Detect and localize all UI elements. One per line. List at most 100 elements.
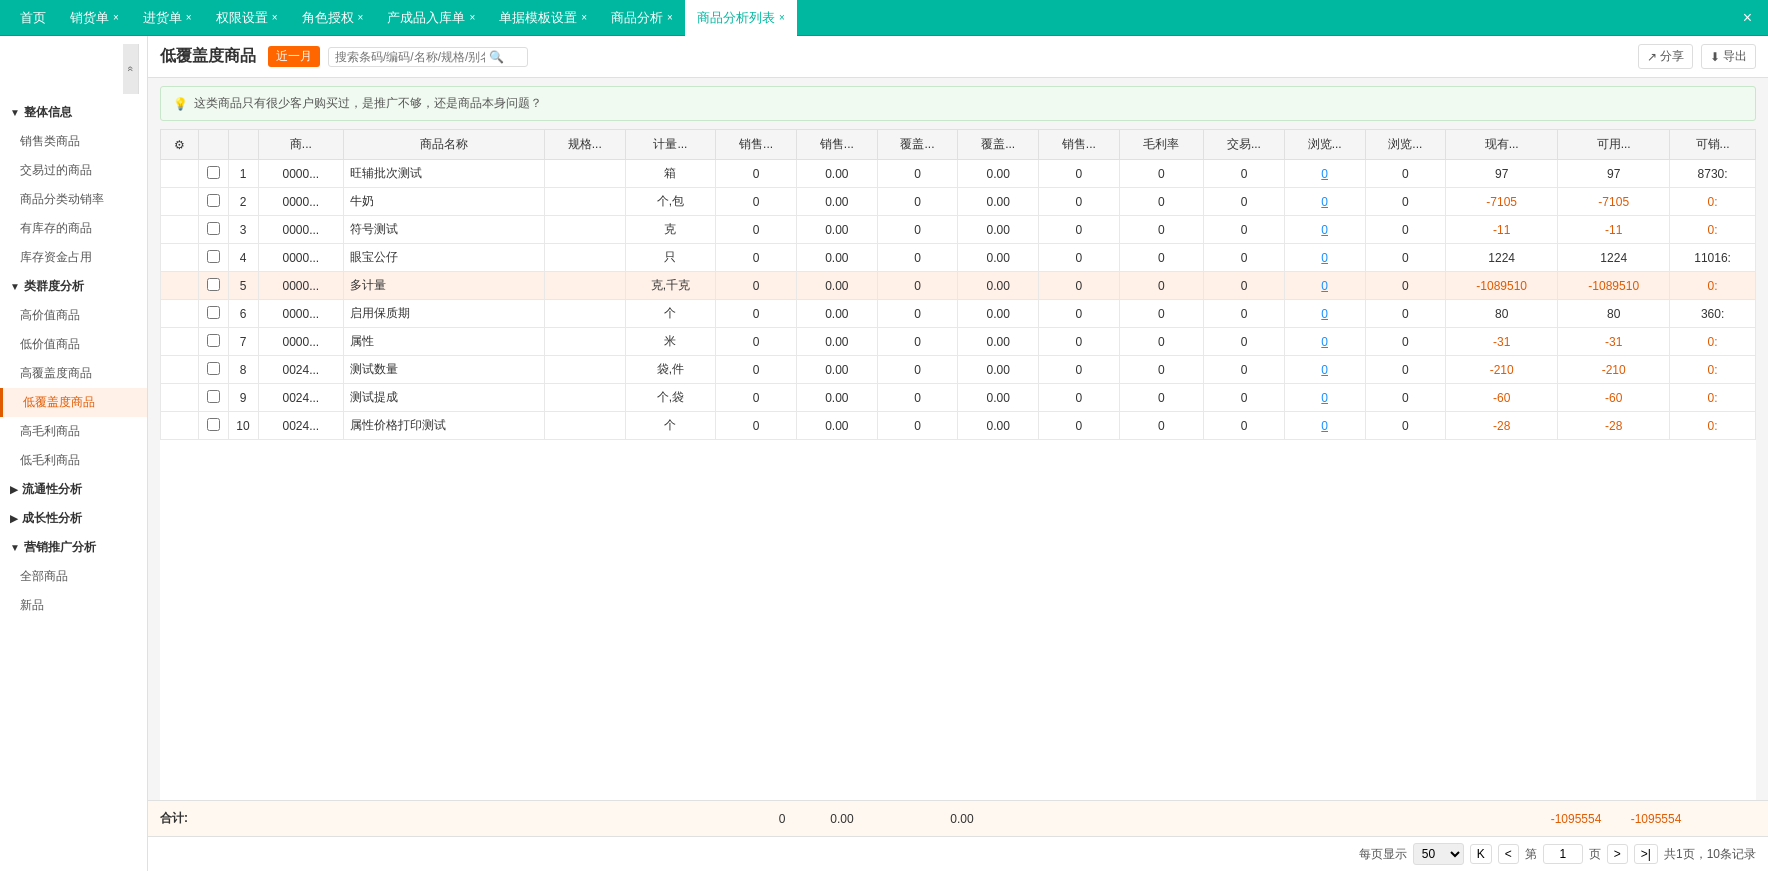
table-cell-checkbox[interactable] <box>198 300 228 328</box>
table-cell-browse1[interactable]: 0 <box>1284 384 1365 412</box>
table-cell-browse1[interactable]: 0 <box>1284 244 1365 272</box>
table-cell-available: 1224 <box>1558 244 1670 272</box>
current-page-input[interactable] <box>1543 844 1583 864</box>
col-sales-rate[interactable]: 销售... <box>1039 130 1120 160</box>
table-cell-checkbox[interactable] <box>198 216 228 244</box>
sidebar-section-marketing[interactable]: ▼ 营销推广分析 <box>0 533 147 562</box>
row-checkbox[interactable] <box>207 362 220 375</box>
table-cell-browse1[interactable]: 0 <box>1284 216 1365 244</box>
col-spec[interactable]: 规格... <box>544 130 625 160</box>
sidebar-item-traded-goods[interactable]: 交易过的商品 <box>0 156 147 185</box>
col-sales-amt[interactable]: 销售... <box>796 130 877 160</box>
nav-permission[interactable]: 权限设置 × <box>204 0 290 36</box>
col-cov1[interactable]: 覆盖... <box>877 130 958 160</box>
table-cell-cov1: 0 <box>877 356 958 384</box>
sidebar-item-high-profit[interactable]: 高毛利商品 <box>0 417 147 446</box>
sidebar-item-low-profit[interactable]: 低毛利商品 <box>0 446 147 475</box>
search-icon[interactable]: 🔍 <box>489 50 504 64</box>
table-cell-checkbox[interactable] <box>198 160 228 188</box>
sidebar-item-low-value[interactable]: 低价值商品 <box>0 330 147 359</box>
table-cell-checkbox[interactable] <box>198 244 228 272</box>
col-browse1[interactable]: 浏览... <box>1284 130 1365 160</box>
col-code[interactable]: 商... <box>258 130 344 160</box>
summary-sales-qty: 0 <box>752 812 812 826</box>
sidebar-item-stocked-goods[interactable]: 有库存的商品 <box>0 214 147 243</box>
table-cell-checkbox[interactable] <box>198 272 228 300</box>
last-page-btn[interactable]: >| <box>1634 844 1658 864</box>
sidebar-section-growth[interactable]: ▶ 成长性分析 <box>0 504 147 533</box>
first-page-btn[interactable]: K <box>1470 844 1492 864</box>
sidebar-item-high-value[interactable]: 高价值商品 <box>0 301 147 330</box>
table-cell-browse2: 0 <box>1365 188 1446 216</box>
table-cell-checkbox[interactable] <box>198 384 228 412</box>
sidebar-item-new-goods[interactable]: 新品 <box>0 591 147 620</box>
col-available[interactable]: 可用... <box>1558 130 1670 160</box>
table-cell-checkbox[interactable] <box>198 328 228 356</box>
close-all-btn[interactable]: × <box>1735 9 1760 27</box>
next-page-btn[interactable]: > <box>1607 844 1628 864</box>
nav-role[interactable]: 角色授权 × <box>290 0 376 36</box>
sidebar-item-all-goods[interactable]: 全部商品 <box>0 562 147 591</box>
table-cell-cov1: 0 <box>877 384 958 412</box>
per-page-select[interactable]: 50 20 100 <box>1413 843 1464 865</box>
nav-purchase[interactable]: 进货单 × <box>131 0 204 36</box>
chevron-down-icon: ▼ <box>10 281 20 292</box>
row-checkbox[interactable] <box>207 222 220 235</box>
table-cell-browse1[interactable]: 0 <box>1284 272 1365 300</box>
col-cov2[interactable]: 覆盖... <box>958 130 1039 160</box>
sidebar-item-sales-goods[interactable]: 销售类商品 <box>0 127 147 156</box>
date-filter-btn[interactable]: 近一月 <box>268 46 320 67</box>
table-cell-browse1[interactable]: 0 <box>1284 328 1365 356</box>
nav-product-in[interactable]: 产成品入库单 × <box>375 0 487 36</box>
content-area: 低覆盖度商品 近一月 🔍 ↗ 分享 ⬇ 导出 💡 这类商品只有很少客户购买过，是… <box>148 36 1768 871</box>
nav-template[interactable]: 单据模板设置 × <box>487 0 599 36</box>
col-browse2[interactable]: 浏览... <box>1365 130 1446 160</box>
prev-page-btn[interactable]: < <box>1498 844 1519 864</box>
nav-sales[interactable]: 销货单 × <box>58 0 131 36</box>
table-cell-browse1[interactable]: 0 <box>1284 160 1365 188</box>
export-icon: ⬇ <box>1710 50 1720 64</box>
table-cell-checkbox[interactable] <box>198 356 228 384</box>
sidebar-section-flow[interactable]: ▶ 流通性分析 <box>0 475 147 504</box>
row-checkbox[interactable] <box>207 418 220 431</box>
row-checkbox[interactable] <box>207 194 220 207</box>
row-checkbox[interactable] <box>207 390 220 403</box>
export-btn[interactable]: ⬇ 导出 <box>1701 44 1756 69</box>
nav-goods-analysis[interactable]: 商品分析 × <box>599 0 685 36</box>
col-settings[interactable]: ⚙ <box>161 130 199 160</box>
table-cell-trans: 0 <box>1204 300 1285 328</box>
table-cell-saleable: 0: <box>1670 412 1756 440</box>
row-checkbox[interactable] <box>207 166 220 179</box>
table-cell-checkbox[interactable] <box>198 412 228 440</box>
share-btn[interactable]: ↗ 分享 <box>1638 44 1693 69</box>
nav-goods-analysis-list[interactable]: 商品分析列表 × <box>685 0 797 36</box>
table-cell-code: 0000... <box>258 300 344 328</box>
col-sales-qty[interactable]: 销售... <box>716 130 797 160</box>
col-unit[interactable]: 计量... <box>625 130 716 160</box>
table-cell-browse1[interactable]: 0 <box>1284 300 1365 328</box>
table-cell-unit: 袋,件 <box>625 356 716 384</box>
sidebar-item-stock-capital[interactable]: 库存资金占用 <box>0 243 147 272</box>
table-cell-current: 97 <box>1446 160 1558 188</box>
col-saleable[interactable]: 可销... <box>1670 130 1756 160</box>
sidebar-item-high-coverage[interactable]: 高覆盖度商品 <box>0 359 147 388</box>
table-cell-browse1[interactable]: 0 <box>1284 412 1365 440</box>
row-checkbox[interactable] <box>207 250 220 263</box>
table-cell-browse1[interactable]: 0 <box>1284 356 1365 384</box>
sidebar-item-category-rate[interactable]: 商品分类动销率 <box>0 185 147 214</box>
table-cell-browse1[interactable]: 0 <box>1284 188 1365 216</box>
nav-home[interactable]: 首页 <box>8 0 58 36</box>
row-checkbox[interactable] <box>207 278 220 291</box>
sidebar-section-overall[interactable]: ▼ 整体信息 <box>0 98 147 127</box>
col-current[interactable]: 现有... <box>1446 130 1558 160</box>
search-input[interactable] <box>335 50 485 64</box>
sidebar-collapse-btn[interactable]: « <box>123 44 139 94</box>
col-gross[interactable]: 毛利率 <box>1119 130 1203 160</box>
sidebar-section-cluster[interactable]: ▼ 类群度分析 <box>0 272 147 301</box>
col-transaction[interactable]: 交易... <box>1204 130 1285 160</box>
table-cell-checkbox[interactable] <box>198 188 228 216</box>
row-checkbox[interactable] <box>207 334 220 347</box>
sidebar-item-low-coverage[interactable]: 低覆盖度商品 <box>0 388 147 417</box>
table-cell-cov1: 0 <box>877 328 958 356</box>
row-checkbox[interactable] <box>207 306 220 319</box>
